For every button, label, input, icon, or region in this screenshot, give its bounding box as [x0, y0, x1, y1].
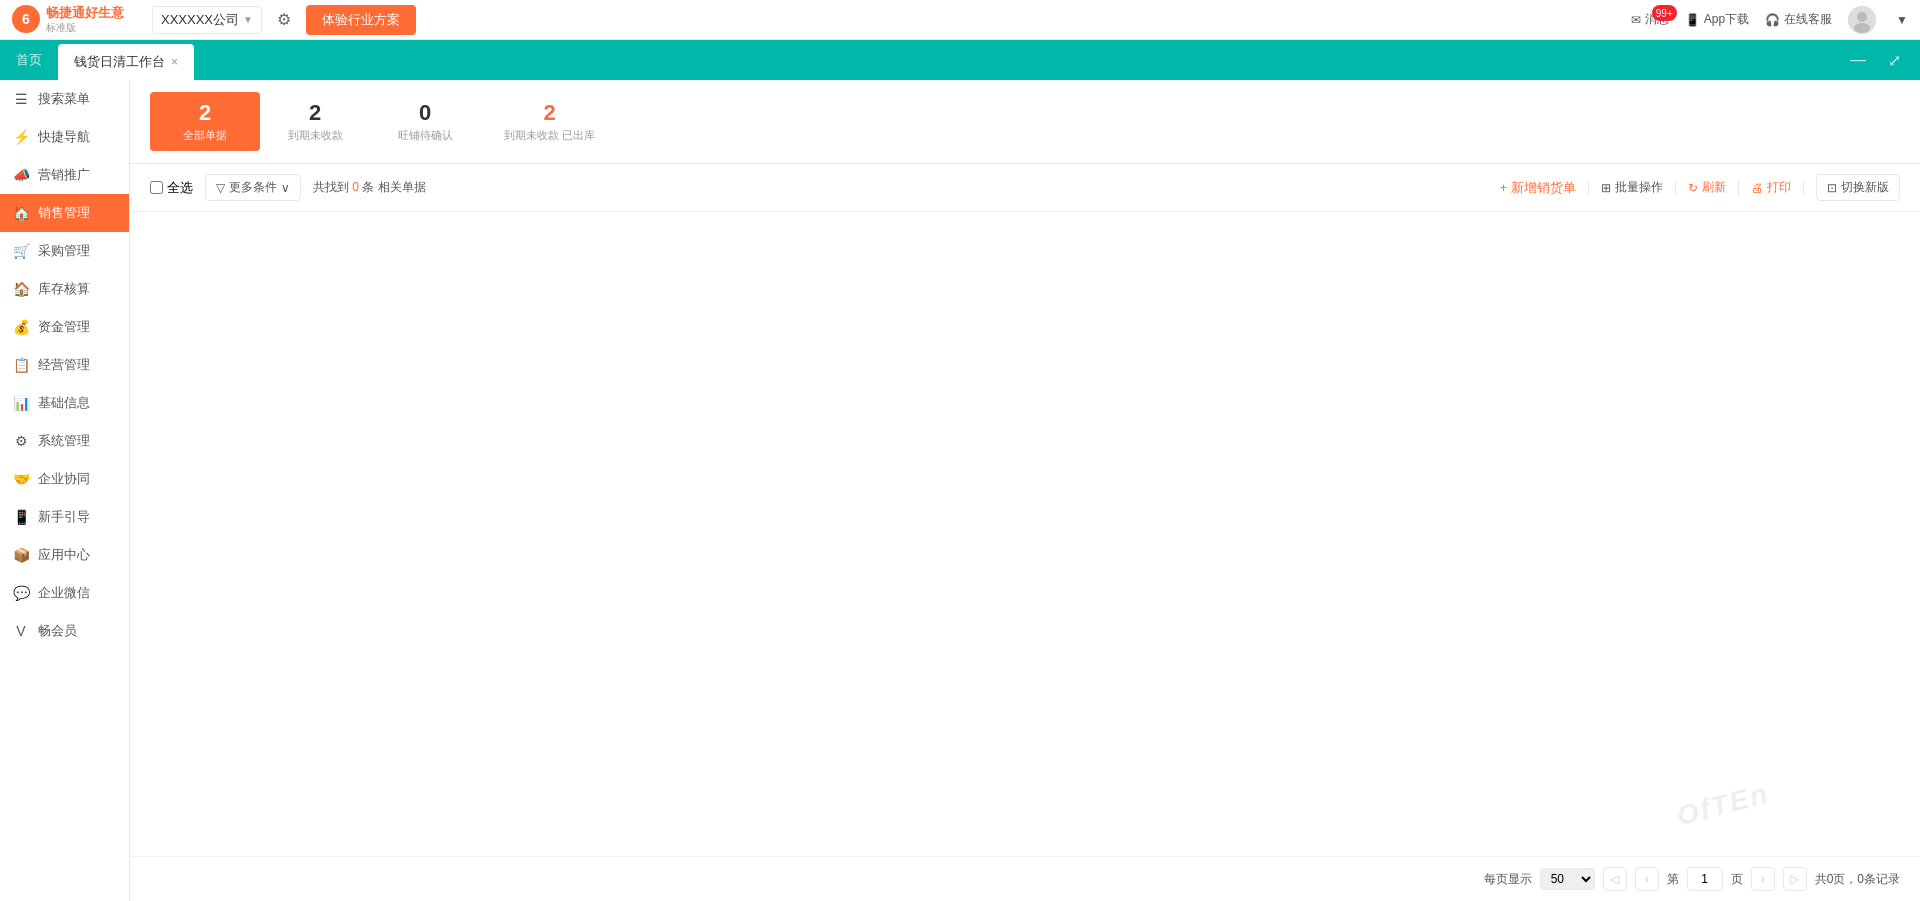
filter-btn[interactable]: ▽ 更多条件 ∨ [205, 174, 301, 201]
tab-bar: 首页 钱货日清工作台 × — ⤢ [0, 40, 1920, 80]
company-selector[interactable]: XXXXXX公司 ▼ [152, 6, 262, 34]
add-sales-btn[interactable]: + 新增销货单 [1500, 179, 1576, 197]
dropdown-icon: ▼ [1896, 13, 1908, 27]
sidebar-item-guide[interactable]: 📱 新手引导 [0, 498, 129, 536]
operations-icon: 📋 [12, 356, 30, 374]
page-input[interactable] [1687, 867, 1723, 891]
logo-icon: 6 [12, 5, 40, 33]
sales-icon: 🏠 [12, 204, 30, 222]
message-badge: 99+ [1652, 5, 1677, 21]
sidebar-item-inventory[interactable]: 🏠 库存核算 [0, 270, 129, 308]
select-all-input[interactable] [150, 181, 163, 194]
tab-collapse-btn[interactable]: — [1844, 46, 1872, 74]
marketing-icon: 📣 [12, 166, 30, 184]
batch-btn[interactable]: ⊞ 批量操作 [1601, 179, 1663, 196]
sidebar-item-purchase[interactable]: 🛒 采购管理 [0, 232, 129, 270]
stat-card-pending[interactable]: 0 旺铺待确认 [370, 92, 480, 151]
tab-expand-btn[interactable]: ⤢ [1880, 46, 1908, 74]
tab-actions: — ⤢ [1844, 40, 1920, 80]
select-all-checkbox[interactable]: 全选 [150, 179, 193, 197]
system-icon: ⚙ [12, 432, 30, 450]
search-menu-icon: ☰ [12, 90, 30, 108]
app-center-icon: 📦 [12, 546, 30, 564]
base-info-icon: 📊 [12, 394, 30, 412]
sidebar-item-finance[interactable]: 💰 资金管理 [0, 308, 129, 346]
finance-icon: 💰 [12, 318, 30, 336]
header-right: ✉ 消息 99+ 📱 App下载 🎧 在线客服 ▼ [1631, 6, 1908, 34]
message-icon: ✉ [1631, 13, 1641, 27]
svg-point-2 [1854, 23, 1870, 33]
settings-icon[interactable]: ⚙ [270, 6, 298, 34]
page-size-select[interactable]: 50 20 100 [1540, 868, 1595, 890]
purchase-icon: 🛒 [12, 242, 30, 260]
username[interactable]: ▼ [1892, 13, 1908, 27]
logo-area: 6 畅捷通好生意 标准版 [12, 5, 124, 35]
logo-text: 畅捷通好生意 标准版 [46, 5, 124, 35]
quick-nav-icon: ⚡ [12, 128, 30, 146]
tab-home[interactable]: 首页 [0, 40, 58, 80]
sidebar: ☰ 搜索菜单 ⚡ 快捷导航 📣 营销推广 🏠 销售管理 🛒 采购管理 🏠 库存核… [0, 80, 130, 901]
table-area [130, 212, 1920, 856]
first-page-btn[interactable]: ◁ [1603, 867, 1627, 891]
sidebar-item-app-center[interactable]: 📦 应用中心 [0, 536, 129, 574]
main-layout: ☰ 搜索菜单 ⚡ 快捷导航 📣 营销推广 🏠 销售管理 🛒 采购管理 🏠 库存核… [0, 80, 1920, 901]
trial-btn[interactable]: 体验行业方案 [306, 5, 416, 35]
cooperation-icon: 🤝 [12, 470, 30, 488]
divider-2 [1675, 180, 1676, 196]
sidebar-item-wechat[interactable]: 💬 企业微信 [0, 574, 129, 612]
online-service-btn[interactable]: 🎧 在线客服 [1765, 11, 1832, 28]
message-btn[interactable]: ✉ 消息 99+ [1631, 11, 1669, 28]
print-btn[interactable]: 🖨 打印 [1751, 179, 1791, 196]
top-header: 6 畅捷通好生意 标准版 XXXXXX公司 ▼ ⚙ 体验行业方案 ✉ 消息 99… [0, 0, 1920, 40]
sidebar-item-base-info[interactable]: 📊 基础信息 [0, 384, 129, 422]
service-icon: 🎧 [1765, 13, 1780, 27]
found-count: 0 [352, 180, 359, 194]
switch-icon: ⊡ [1827, 181, 1837, 195]
tab-workbench[interactable]: 钱货日清工作台 × [58, 44, 194, 80]
toolbar: 全选 ▽ 更多条件 ∨ 共找到 0 条 相关单据 + 新增销货单 ⊞ [130, 164, 1920, 212]
stat-card-out-stock[interactable]: 2 到期未收款 已出库 [480, 92, 619, 151]
toolbar-right: + 新增销货单 ⊞ 批量操作 ↻ 刷新 🖨 打印 [1500, 174, 1900, 201]
download-icon: 📱 [1685, 13, 1700, 27]
content-area: 2 全部单据 2 到期未收款 0 旺铺待确认 2 到期未收款 已出库 全选 [130, 80, 1920, 901]
guide-icon: 📱 [12, 508, 30, 526]
inventory-icon: 🏠 [12, 280, 30, 298]
divider-1 [1588, 180, 1589, 196]
svg-point-1 [1857, 12, 1867, 22]
print-icon: 🖨 [1751, 181, 1763, 195]
divider-3 [1738, 180, 1739, 196]
next-page-btn[interactable]: › [1751, 867, 1775, 891]
header-left: 6 畅捷通好生意 标准版 XXXXXX公司 ▼ ⚙ 体验行业方案 [12, 5, 416, 35]
prev-page-btn[interactable]: ‹ [1635, 867, 1659, 891]
refresh-icon: ↻ [1688, 181, 1698, 195]
sidebar-item-operations[interactable]: 📋 经营管理 [0, 346, 129, 384]
sidebar-item-member[interactable]: V 畅会员 [0, 612, 129, 650]
wechat-icon: 💬 [12, 584, 30, 602]
last-page-btn[interactable]: ▷ [1783, 867, 1807, 891]
found-text: 共找到 0 条 相关单据 [313, 179, 426, 196]
sidebar-item-system[interactable]: ⚙ 系统管理 [0, 422, 129, 460]
sidebar-item-search-menu[interactable]: ☰ 搜索菜单 [0, 80, 129, 118]
app-download-btn[interactable]: 📱 App下载 [1685, 11, 1749, 28]
sidebar-item-marketing[interactable]: 📣 营销推广 [0, 156, 129, 194]
member-icon: V [12, 622, 30, 640]
avatar[interactable] [1848, 6, 1876, 34]
sidebar-item-quick-nav[interactable]: ⚡ 快捷导航 [0, 118, 129, 156]
sidebar-item-cooperation[interactable]: 🤝 企业协同 [0, 460, 129, 498]
refresh-btn[interactable]: ↻ 刷新 [1688, 179, 1726, 196]
batch-icon: ⊞ [1601, 181, 1611, 195]
filter-icon: ▽ [216, 181, 225, 195]
company-dropdown-icon: ▼ [243, 14, 253, 25]
sidebar-item-sales[interactable]: 🏠 销售管理 [0, 194, 129, 232]
tab-close-icon[interactable]: × [171, 55, 178, 69]
pagination: 每页显示 50 20 100 ◁ ‹ 第 页 › ▷ 共0页，0条记录 [130, 856, 1920, 901]
stat-card-overdue[interactable]: 2 到期未收款 [260, 92, 370, 151]
switch-version-btn[interactable]: ⊡ 切换新版 [1816, 174, 1900, 201]
stat-card-all[interactable]: 2 全部单据 [150, 92, 260, 151]
filter-arrow-icon: ∨ [281, 181, 290, 195]
stats-row: 2 全部单据 2 到期未收款 0 旺铺待确认 2 到期未收款 已出库 [130, 80, 1920, 164]
divider-4 [1803, 180, 1804, 196]
